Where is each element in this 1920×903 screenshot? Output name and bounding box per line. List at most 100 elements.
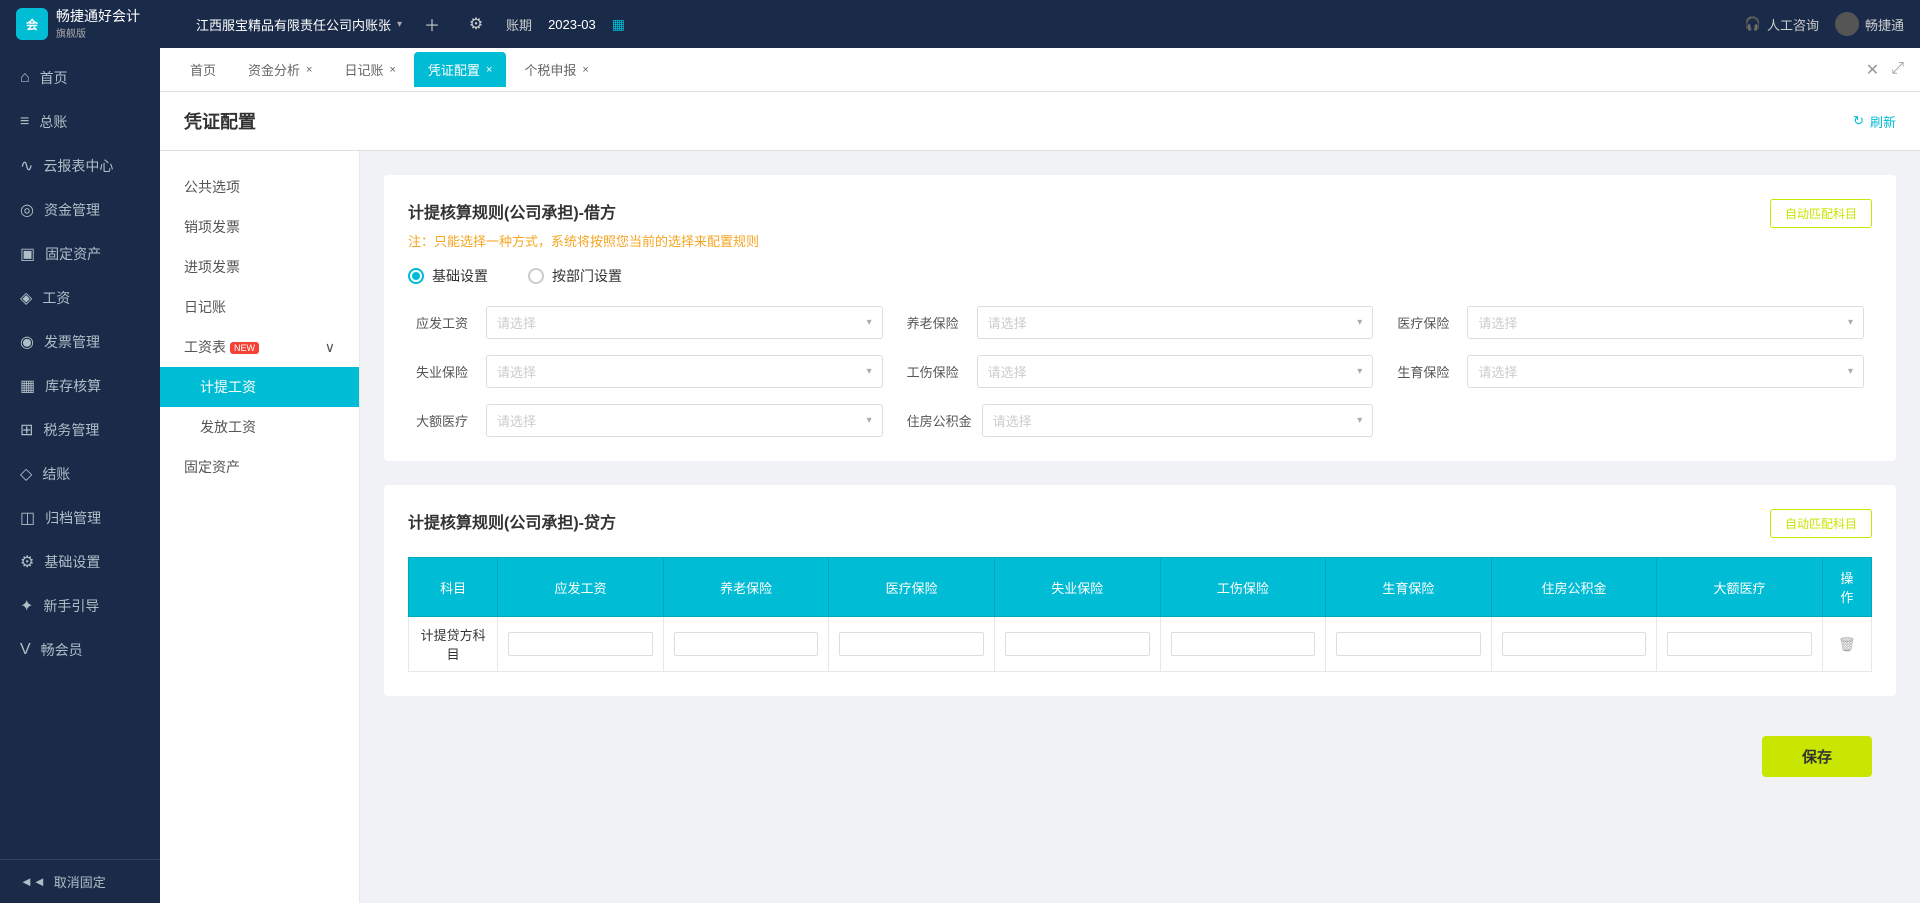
sidebar-item-reports[interactable]: ∿ 云报表中心 (0, 144, 160, 188)
select-large-medical[interactable]: 请选择 ▾ (486, 404, 883, 437)
user-area[interactable]: 畅捷通 (1835, 12, 1904, 36)
input-pension[interactable] (674, 632, 819, 656)
select-pension[interactable]: 请选择 ▾ (977, 306, 1374, 339)
unpin-label: 取消固定 (54, 872, 106, 891)
input-large-medical[interactable] (1667, 632, 1812, 656)
label-gross-salary: 应发工资 (416, 313, 476, 332)
company-select[interactable]: 江西服宝精品有限责任公司内账张 ▾ (196, 15, 402, 34)
tax-icon: ⊞ (20, 420, 33, 440)
sidebar-label-funds: 资金管理 (44, 200, 100, 220)
delete-row-icon[interactable]: 🗑 (1838, 636, 1856, 652)
unpin-btn[interactable]: ◄◄ 取消固定 (0, 859, 160, 903)
td-pension-input[interactable] (663, 617, 829, 672)
label-large-medical: 大额医疗 (416, 411, 476, 430)
td-gross-input[interactable] (498, 617, 664, 672)
th-action: 操作 (1822, 558, 1871, 617)
nav-sales[interactable]: 销项发票 (160, 207, 359, 247)
add-btn[interactable]: ＋ (418, 10, 446, 38)
td-injury-input[interactable] (1160, 617, 1326, 672)
nav-payroll-table[interactable]: 工资表NEW ∨ (160, 327, 359, 367)
sidebar-item-archive[interactable]: ◫ 归档管理 (0, 496, 160, 540)
close-window-icon[interactable]: ✕ (1866, 60, 1879, 80)
close-fund-tab-icon[interactable]: × (306, 64, 312, 76)
maximize-icon[interactable]: ⤢ (1891, 60, 1904, 80)
select-gross-salary[interactable]: 请选择 ▾ (486, 306, 883, 339)
auto-match-debit-btn[interactable]: 自动匹配科目 (1770, 199, 1872, 228)
tab-home[interactable]: 首页 (176, 52, 230, 87)
calendar-icon[interactable]: ▦ (612, 16, 625, 33)
refresh-btn[interactable]: ↻ 刷新 (1853, 112, 1896, 131)
sidebar-item-ledger[interactable]: ≡ 总账 (0, 100, 160, 144)
nav-purchase[interactable]: 进项发票 (160, 247, 359, 287)
sidebar-item-vip[interactable]: V 畅会员 (0, 628, 160, 672)
label-housing-fund: 住房公积金 (907, 411, 972, 430)
tab-tax-report[interactable]: 个税申报 × (510, 52, 602, 87)
save-btn[interactable]: 保存 (1762, 736, 1872, 777)
sidebar-item-settings[interactable]: ⚙ 基础设置 (0, 540, 160, 584)
select-birth[interactable]: 请选择 ▾ (1467, 355, 1864, 388)
home-icon: ⌂ (20, 69, 30, 87)
avatar (1835, 12, 1859, 36)
reports-icon: ∿ (20, 156, 33, 176)
input-birth[interactable] (1336, 632, 1481, 656)
close-voucher-tab-icon[interactable]: × (486, 64, 492, 76)
close-tax-tab-icon[interactable]: × (582, 64, 588, 76)
period-label: 账期 (506, 15, 532, 34)
td-housing-input[interactable] (1491, 617, 1657, 672)
company-name: 江西服宝精品有限责任公司内账张 (196, 15, 391, 34)
ai-consult-btn[interactable]: 🎧 人工咨询 (1745, 15, 1819, 34)
content-wrapper: 公共选项 销项发票 进项发票 日记账 工资表NEW ∨ 计提工资 发放工资 固定… (160, 151, 1920, 903)
nav-journal[interactable]: 日记账 (160, 287, 359, 327)
input-injury[interactable] (1171, 632, 1316, 656)
chevron-birth-icon: ▾ (1848, 366, 1853, 377)
select-unemployment[interactable]: 请选择 ▾ (486, 355, 883, 388)
sidebar-label-invoice: 发票管理 (44, 332, 100, 352)
input-unemployment[interactable] (1005, 632, 1150, 656)
select-injury[interactable]: 请选择 ▾ (977, 355, 1374, 388)
sidebar-item-home[interactable]: ⌂ 首页 (0, 56, 160, 100)
tab-journal[interactable]: 日记账 × (330, 52, 409, 87)
td-birth-input[interactable] (1326, 617, 1492, 672)
input-medical[interactable] (839, 632, 984, 656)
sidebar-item-assets[interactable]: ▣ 固定资产 (0, 232, 160, 276)
td-large-medical-input[interactable] (1657, 617, 1823, 672)
td-delete[interactable]: 🗑 (1822, 617, 1871, 672)
auto-match-credit-btn[interactable]: 自动匹配科目 (1770, 509, 1872, 538)
nav-calc-payroll[interactable]: 计提工资 (160, 367, 359, 407)
sidebar-item-funds[interactable]: ◎ 资金管理 (0, 188, 160, 232)
field-unemployment: 失业保险 请选择 ▾ (416, 355, 883, 388)
sidebar-item-close[interactable]: ◇ 结账 (0, 452, 160, 496)
sidebar-item-invoice[interactable]: ◉ 发票管理 (0, 320, 160, 364)
td-unemployment-input[interactable] (994, 617, 1160, 672)
input-housing[interactable] (1502, 632, 1647, 656)
sidebar: ⌂ 首页 ≡ 总账 ∿ 云报表中心 ◎ 资金管理 ▣ 固定资产 ◈ 工资 ◉ 发… (0, 48, 160, 903)
chevron-gross-salary-icon: ▾ (867, 317, 872, 328)
sidebar-item-salary[interactable]: ◈ 工资 (0, 276, 160, 320)
sidebar-label-reports: 云报表中心 (43, 156, 113, 176)
radio-dept[interactable]: 按部门设置 (528, 266, 622, 286)
select-medical[interactable]: 请选择 ▾ (1467, 306, 1864, 339)
new-badge: NEW (230, 342, 259, 354)
nav-public[interactable]: 公共选项 (160, 167, 359, 207)
radio-basic[interactable]: 基础设置 (408, 266, 488, 286)
sidebar-label-inventory: 库存核算 (45, 376, 101, 396)
td-medical-input[interactable] (829, 617, 995, 672)
nav-fixed-assets[interactable]: 固定资产 (160, 447, 359, 487)
sidebar-item-tax[interactable]: ⊞ 税务管理 (0, 408, 160, 452)
close-period-icon: ◇ (20, 464, 32, 484)
radio-dept-label: 按部门设置 (552, 266, 622, 286)
settings-icon[interactable]: ⚙ (462, 10, 490, 38)
sidebar-item-inventory[interactable]: ▦ 库存核算 (0, 364, 160, 408)
user-name: 畅捷通 (1865, 15, 1904, 34)
sidebar-label-salary: 工资 (42, 288, 70, 308)
tab-fund-analysis[interactable]: 资金分析 × (234, 52, 326, 87)
close-journal-tab-icon[interactable]: × (389, 64, 395, 76)
expand-icon: ∨ (325, 339, 335, 356)
sidebar-item-guide[interactable]: ✦ 新手引导 (0, 584, 160, 628)
select-housing-fund[interactable]: 请选择 ▾ (982, 404, 1374, 437)
tab-voucher-config[interactable]: 凭证配置 × (414, 52, 506, 87)
field-large-medical: 大额医疗 请选择 ▾ (416, 404, 883, 437)
main-panel: 自动匹配科目 计提核算规则(公司承担)-借方 注：只能选择一种方式，系统将按照您… (360, 151, 1920, 903)
nav-pay-salary[interactable]: 发放工资 (160, 407, 359, 447)
input-gross[interactable] (508, 632, 653, 656)
